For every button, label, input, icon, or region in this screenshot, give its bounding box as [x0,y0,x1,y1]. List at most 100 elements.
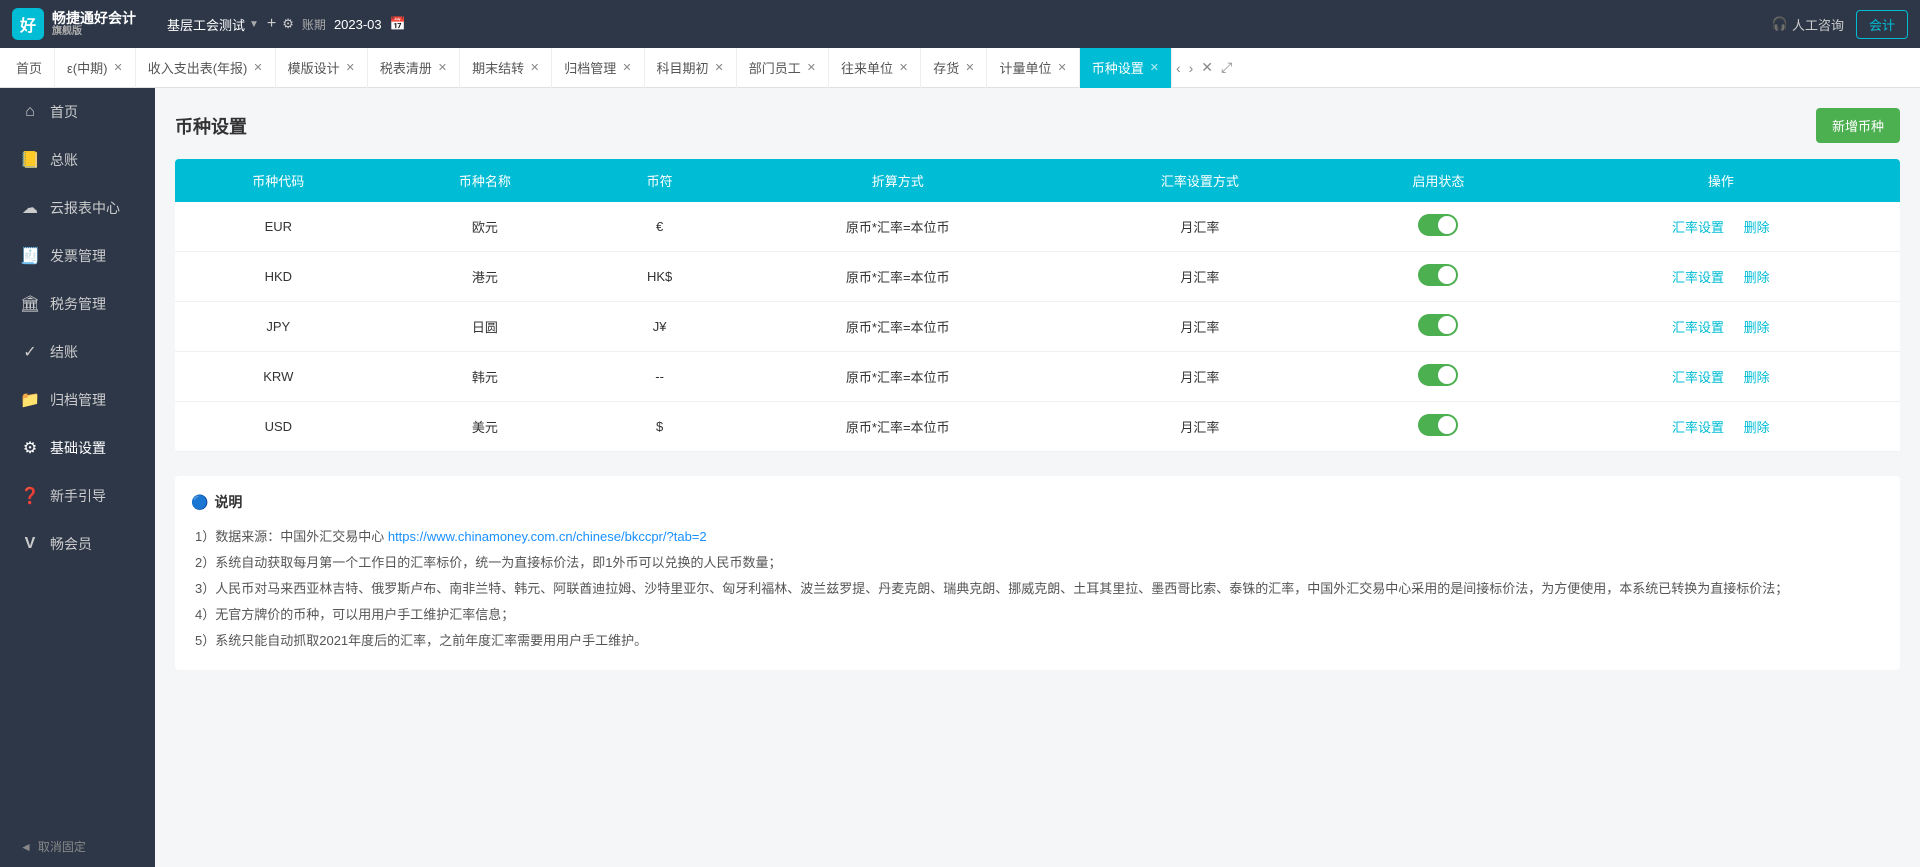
close-icon[interactable]: ✕ [438,61,447,74]
close-icon[interactable]: ✕ [1150,61,1159,74]
tab-income-report[interactable]: 收入支出表(年报) ✕ [136,48,276,88]
close-icon[interactable]: ✕ [899,61,908,74]
col-header-actions: 操作 [1542,159,1900,202]
delete-link[interactable]: 删除 [1744,420,1770,435]
note-item-4: 4）无官方牌价的币种，可以用用户手工维护汇率信息； [191,602,1884,628]
tab-midterm[interactable]: ε(中期) ✕ [55,48,136,88]
cell-symbol: J¥ [588,302,731,352]
tab-inventory[interactable]: 存货 ✕ [921,48,987,88]
sidebar-item-archive[interactable]: 📁 归档管理 [0,376,155,424]
sidebar-item-invoice[interactable]: 🧾 发票管理 [0,232,155,280]
sidebar-item-home[interactable]: ⌂ 首页 [0,88,155,136]
main-layout: ⌂ 首页 📒 总账 ☁ 云报表中心 🧾 发票管理 🏛 税务管理 ✓ 结账 📁 归… [0,88,1920,867]
close-icon[interactable]: ✕ [715,61,724,74]
col-header-rate-type: 汇率设置方式 [1065,159,1336,202]
company-selector[interactable]: 基层工会测试 ▼ [167,15,259,34]
tab-close-all-button[interactable]: ✕ [1197,59,1217,76]
settings-icon[interactable]: ⚙ [282,16,294,32]
cell-name: 欧元 [382,202,589,252]
sidebar-item-settings[interactable]: ⚙ 基础设置 [0,424,155,472]
sidebar-item-settlement[interactable]: ✓ 结账 [0,328,155,376]
cell-calc: 原币*汇率=本位币 [731,302,1065,352]
tab-template[interactable]: 模版设计 ✕ [276,48,368,88]
archive-icon: 📁 [20,390,40,410]
close-icon[interactable]: ✕ [346,61,355,74]
sidebar-item-guide[interactable]: ❓ 新手引导 [0,472,155,520]
delete-link[interactable]: 删除 [1744,370,1770,385]
cell-rate-type: 月汇率 [1065,352,1336,402]
period-label: 账期 [302,16,326,33]
cell-name: 日圆 [382,302,589,352]
sidebar-item-ledger[interactable]: 📒 总账 [0,136,155,184]
tab-unit[interactable]: 计量单位 ✕ [987,48,1079,88]
table-row: EUR 欧元 € 原币*汇率=本位币 月汇率 汇率设置 删除 [175,202,1900,252]
delete-link[interactable]: 删除 [1744,320,1770,335]
calendar-icon[interactable]: 📅 [390,16,406,32]
settlement-icon: ✓ [20,342,40,362]
cell-actions: 汇率设置 删除 [1542,302,1900,352]
tab-prev-button[interactable]: ‹ [1172,60,1185,76]
tax-icon: 🏛 [20,294,40,314]
close-icon[interactable]: ✕ [965,61,974,74]
enable-toggle[interactable] [1418,214,1458,236]
tab-period-end[interactable]: 期末结转 ✕ [460,48,552,88]
settings-gear-icon: ⚙ [20,438,40,458]
pin-icon: ◄ [20,840,32,854]
add-button[interactable]: + [267,15,276,33]
customer-service-button[interactable]: 🎧 人工咨询 [1772,15,1844,34]
cell-symbol: $ [588,402,731,452]
tab-currency[interactable]: 币种设置 ✕ [1080,48,1172,88]
cell-status [1335,202,1542,252]
account-button[interactable]: 会计 [1856,10,1908,39]
header-right: 🎧 人工咨询 会计 [1772,10,1908,39]
cell-name: 韩元 [382,352,589,402]
cell-actions: 汇率设置 删除 [1542,402,1900,452]
rate-setting-link[interactable]: 汇率设置 [1672,270,1724,285]
close-icon[interactable]: ✕ [807,61,816,74]
new-currency-button[interactable]: 新增币种 [1816,108,1900,143]
enable-toggle[interactable] [1418,414,1458,436]
cell-code: EUR [175,202,382,252]
cell-code: HKD [175,252,382,302]
enable-toggle[interactable] [1418,314,1458,336]
header-actions: + ⚙ [267,15,294,33]
tab-next-button[interactable]: › [1185,60,1198,76]
sidebar-item-reports[interactable]: ☁ 云报表中心 [0,184,155,232]
invoice-icon: 🧾 [20,246,40,266]
tab-archive[interactable]: 归档管理 ✕ [552,48,644,88]
close-icon[interactable]: ✕ [622,61,631,74]
tab-tax-list[interactable]: 税表清册 ✕ [368,48,460,88]
table-row: USD 美元 $ 原币*汇率=本位币 月汇率 汇率设置 删除 [175,402,1900,452]
cell-name: 港元 [382,252,589,302]
enable-toggle[interactable] [1418,364,1458,386]
cell-status [1335,352,1542,402]
delete-link[interactable]: 删除 [1744,220,1770,235]
tab-home[interactable]: 首页 [4,48,55,88]
close-icon[interactable]: ✕ [1057,61,1066,74]
china-money-link[interactable]: https://www.chinamoney.com.cn/chinese/bk… [388,529,707,544]
info-icon: 🔵 [191,494,208,511]
sidebar-item-member[interactable]: V 畅会员 [0,520,155,568]
delete-link[interactable]: 删除 [1744,270,1770,285]
rate-setting-link[interactable]: 汇率设置 [1672,370,1724,385]
close-icon[interactable]: ✕ [530,61,539,74]
cell-status [1335,302,1542,352]
rate-setting-link[interactable]: 汇率设置 [1672,220,1724,235]
home-icon: ⌂ [20,103,40,121]
close-icon[interactable]: ✕ [113,61,122,74]
tab-subject-init[interactable]: 科目期初 ✕ [645,48,737,88]
enable-toggle[interactable] [1418,264,1458,286]
content-area: 币种设置 新增币种 币种代码 币种名称 币符 折算方式 汇率设置方式 启用状态 … [155,88,1920,867]
sidebar-pin-button[interactable]: ◄ 取消固定 [0,826,155,867]
close-icon[interactable]: ✕ [253,61,262,74]
tab-expand-button[interactable]: ⤢ [1217,59,1236,76]
sidebar-item-tax[interactable]: 🏛 税务管理 [0,280,155,328]
logo-text: 畅捷通好会计 旗舰版 [52,10,136,39]
rate-setting-link[interactable]: 汇率设置 [1672,320,1724,335]
tab-dept-staff[interactable]: 部门员工 ✕ [737,48,829,88]
member-icon: V [20,535,40,553]
rate-setting-link[interactable]: 汇率设置 [1672,420,1724,435]
note-item-5: 5）系统只能自动抓取2021年度后的汇率，之前年度汇率需要用用户手工维护。 [191,628,1884,654]
col-header-symbol: 币符 [588,159,731,202]
tab-counterpart[interactable]: 往来单位 ✕ [829,48,921,88]
